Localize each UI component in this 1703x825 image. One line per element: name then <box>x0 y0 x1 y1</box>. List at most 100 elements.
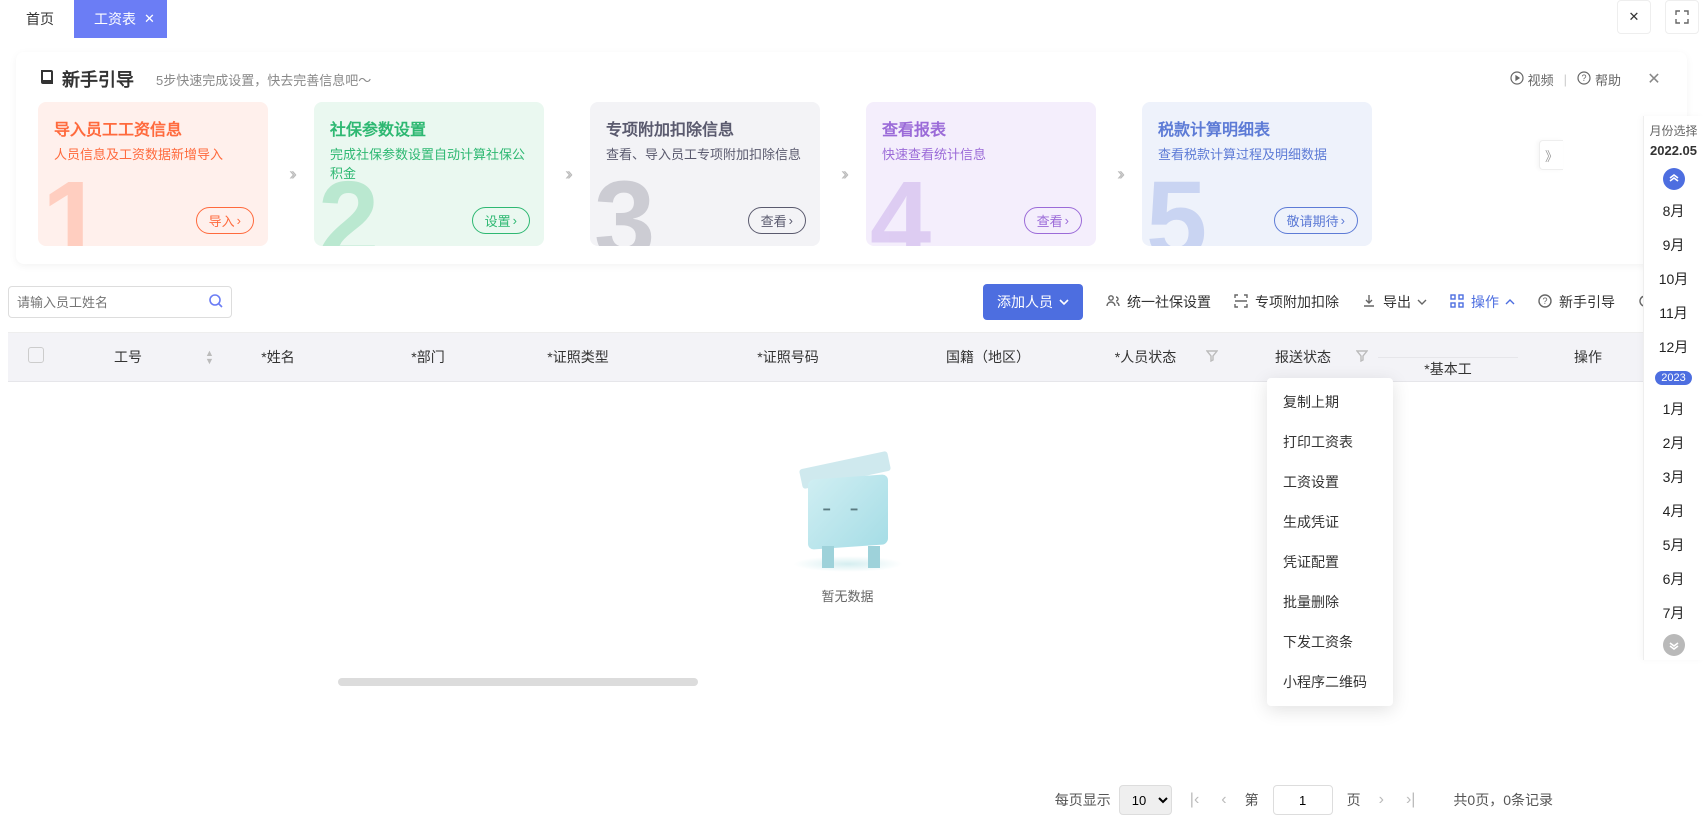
search-input[interactable] <box>8 286 232 318</box>
grid-icon <box>1449 293 1465 312</box>
select-all-checkbox[interactable] <box>28 347 44 363</box>
guide-close-icon[interactable]: ✕ <box>1643 68 1665 90</box>
filter-icon[interactable] <box>1206 349 1218 365</box>
empty-text: 暂无数据 <box>821 586 873 605</box>
chevron-down-icon <box>1417 294 1427 310</box>
chevron-double-icon: ›› <box>1104 102 1134 246</box>
horizontal-scrollbar[interactable] <box>338 678 698 686</box>
step-card-5: 税款计算明细表 查看税款计算过程及明细数据 5 敬请期待› <box>1142 102 1372 246</box>
chevron-down-icon <box>1059 294 1069 310</box>
filter-icon[interactable] <box>1356 349 1368 365</box>
scroll-up-icon[interactable] <box>1663 168 1685 190</box>
video-link[interactable]: 视频 <box>1510 70 1554 89</box>
export-icon <box>1361 293 1377 312</box>
people-icon <box>1105 293 1121 312</box>
ops-link[interactable]: 操作 <box>1449 292 1515 312</box>
page-first-icon[interactable]: |‹ <box>1186 791 1203 809</box>
month-item[interactable]: 6月 <box>1663 569 1685 589</box>
month-item[interactable]: 7月 <box>1663 603 1685 623</box>
step-1-button[interactable]: 导入› <box>196 207 254 234</box>
special-deduction-link[interactable]: 专项附加扣除 <box>1233 292 1339 312</box>
month-item[interactable]: 3月 <box>1663 467 1685 487</box>
help-link[interactable]: ? 帮助 <box>1577 70 1621 89</box>
chevron-right-icon: › <box>513 213 517 228</box>
ops-item[interactable]: 批量删除 <box>1267 582 1393 622</box>
page-suffix: 页 <box>1347 790 1361 810</box>
month-item[interactable]: 5月 <box>1663 535 1685 555</box>
ops-item[interactable]: 生成凭证 <box>1267 502 1393 542</box>
chevron-right-icon: › <box>1341 213 1345 228</box>
col-id[interactable]: 工号 <box>63 333 193 382</box>
help-icon: ? <box>1537 293 1553 312</box>
play-icon <box>1510 71 1524 88</box>
scroll-down-icon[interactable] <box>1663 634 1685 656</box>
svg-text:?: ? <box>1581 73 1586 83</box>
step-card-4: 查看报表 快速查看统计信息 4 查看› <box>866 102 1096 246</box>
guide-subtitle: 5步快速完成设置，快去完善信息吧～ <box>156 70 371 89</box>
page-summary: 共0页，0条记录 <box>1453 790 1553 810</box>
col-idtype[interactable]: *证照类型 <box>493 333 663 382</box>
ops-item[interactable]: 复制上期 <box>1267 382 1393 422</box>
step-4-button[interactable]: 查看› <box>1024 207 1082 234</box>
col-nation[interactable]: 国籍（地区） <box>913 333 1063 382</box>
page-input[interactable] <box>1273 785 1333 815</box>
month-panel-value: 2022.05 <box>1650 143 1697 158</box>
chevron-right-icon: › <box>237 213 241 228</box>
month-item[interactable]: 12月 <box>1659 337 1689 357</box>
sort-icon[interactable]: ▲▼ <box>205 349 214 365</box>
col-basic[interactable]: *基本工 <box>1378 333 1518 382</box>
page-last-icon[interactable]: ›| <box>1402 791 1419 809</box>
step-card-1: 导入员工工资信息 人员信息及工资数据新增导入 1 导入› <box>38 102 268 246</box>
page-next-icon[interactable]: › <box>1375 791 1388 809</box>
ops-item[interactable]: 下发工资条 <box>1267 622 1393 662</box>
month-panel: 月份选择 2022.05 8月 9月 10月 11月 12月 2023 1月 2… <box>1643 116 1703 660</box>
page-prefix: 第 <box>1245 790 1259 810</box>
pagesize-label: 每页显示 <box>1055 790 1111 810</box>
tab-payroll[interactable]: 工资表 ✕ <box>74 0 167 38</box>
col-name[interactable]: ▲▼*姓名 <box>193 333 363 382</box>
month-item[interactable]: 1月 <box>1663 399 1685 419</box>
chevron-double-icon: ›› <box>828 102 858 246</box>
search-icon[interactable] <box>208 293 224 312</box>
month-item[interactable]: 11月 <box>1659 303 1688 323</box>
step-5-title: 税款计算明细表 <box>1158 116 1356 140</box>
col-report[interactable]: 报送状态 <box>1228 333 1378 382</box>
year-badge: 2023 <box>1655 371 1691 385</box>
social-settings-link[interactable]: 统一社保设置 <box>1105 292 1211 312</box>
month-item[interactable]: 4月 <box>1663 501 1685 521</box>
step-5-button[interactable]: 敬请期待› <box>1274 207 1358 234</box>
book-icon <box>38 68 56 91</box>
empty-illustration: ╴ ╴ <box>778 452 918 572</box>
help-icon: ? <box>1577 71 1591 88</box>
page-prev-icon[interactable]: ‹ <box>1217 791 1230 809</box>
step-2-title: 社保参数设置 <box>330 116 528 140</box>
export-link[interactable]: 导出 <box>1361 292 1427 312</box>
tab-home[interactable]: 首页 <box>6 0 74 38</box>
scan-icon <box>1233 293 1249 312</box>
chevron-double-icon: ›› <box>552 102 582 246</box>
month-item[interactable]: 9月 <box>1663 235 1685 255</box>
col-idno[interactable]: *证照号码 <box>663 333 913 382</box>
ops-item[interactable]: 打印工资表 <box>1267 422 1393 462</box>
close-icon[interactable]: ✕ <box>144 11 155 27</box>
ops-item[interactable]: 凭证配置 <box>1267 542 1393 582</box>
step-2-button[interactable]: 设置› <box>472 207 530 234</box>
guide-link[interactable]: ? 新手引导 <box>1537 292 1615 312</box>
window-close-button[interactable]: ✕ <box>1617 0 1651 34</box>
pagesize-select[interactable]: 10 <box>1119 785 1172 815</box>
month-item[interactable]: 2月 <box>1663 433 1685 453</box>
col-dept[interactable]: *部门 <box>363 333 493 382</box>
add-person-button[interactable]: 添加人员 <box>983 284 1083 320</box>
step-3-button[interactable]: 查看› <box>748 207 806 234</box>
ops-item[interactable]: 工资设置 <box>1267 462 1393 502</box>
month-item[interactable]: 10月 <box>1659 269 1689 289</box>
ops-item[interactable]: 小程序二维码 <box>1267 662 1393 702</box>
tab-payroll-label: 工资表 <box>94 9 136 29</box>
month-item[interactable]: 8月 <box>1663 201 1685 221</box>
chevron-right-icon: › <box>789 213 793 228</box>
guide-panel: 新手引导 5步快速完成设置，快去完善信息吧～ 视频 | ? 帮助 ✕ 导入员工工… <box>16 52 1687 264</box>
collapse-right-handle[interactable]: 》 <box>1539 140 1563 170</box>
fullscreen-icon[interactable] <box>1665 0 1699 34</box>
chevron-up-icon <box>1505 294 1515 310</box>
col-status[interactable]: *人员状态 <box>1063 333 1228 382</box>
